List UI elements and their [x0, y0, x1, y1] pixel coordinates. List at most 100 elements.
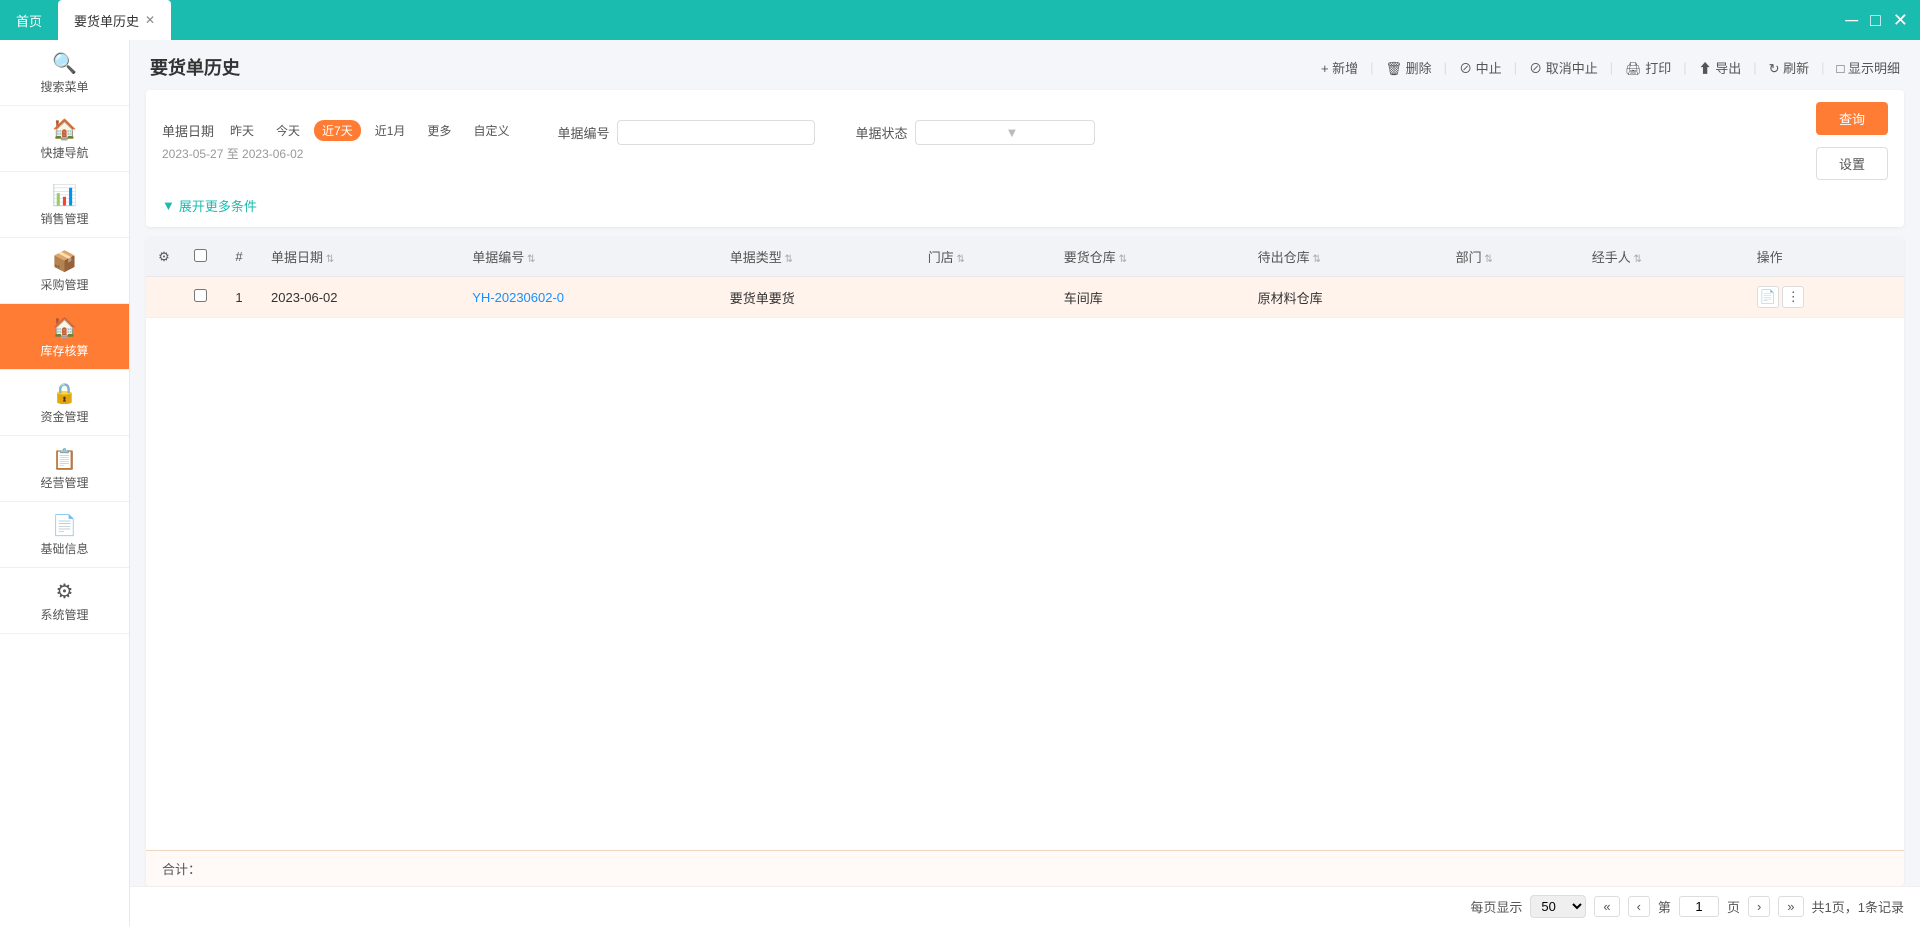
col-pending-warehouse[interactable]: 待出仓库: [1246, 237, 1444, 277]
stop-button[interactable]: ⊘ 中止: [1459, 58, 1502, 77]
last1month-btn[interactable]: 近1月: [367, 120, 414, 141]
sidebar-item-finance[interactable]: 🔒 资金管理: [0, 370, 129, 436]
date-range-display: 2023-05-27 至 2023-06-02: [162, 145, 517, 162]
window-close-icon[interactable]: ✕: [1893, 10, 1908, 31]
sidebar-item-search-menu[interactable]: 🔍 搜索菜单: [0, 40, 129, 106]
row-dept: [1444, 277, 1580, 318]
total-info: 共1页，1条记录: [1812, 897, 1904, 916]
basic-info-icon: 📄: [52, 516, 77, 536]
new-button[interactable]: + 新增: [1321, 58, 1358, 77]
table-wrap: ⚙ # 单据日期 单据编号 单据类型 门店 要货仓库 待出仓库 部门 经手人: [146, 237, 1904, 886]
sidebar-item-sales-label: 销售管理: [40, 210, 88, 227]
sidebar-item-system[interactable]: ⚙ 系统管理: [0, 568, 129, 634]
first-page-button[interactable]: «: [1594, 896, 1619, 917]
chevron-down-icon: ▼: [1005, 125, 1084, 140]
col-doc-type[interactable]: 单据类型: [718, 237, 916, 277]
date-filter-label: 单据日期: [162, 121, 214, 140]
row-doc-type: 要货单要货: [718, 277, 916, 318]
row-check: [182, 277, 219, 318]
view-icon[interactable]: 📄: [1757, 286, 1779, 308]
settings-button[interactable]: 设置: [1816, 147, 1888, 180]
sidebar-item-basic-info-label: 基础信息: [40, 540, 88, 557]
date-filter-field: 单据日期 昨天 今天 近7天 近1月 更多 自定义 2023-05-27 至 2…: [162, 120, 517, 162]
row-settings: [146, 277, 182, 318]
row-checkbox[interactable]: [194, 289, 207, 302]
doc-number-field: 单据编号: [557, 120, 815, 145]
more-ops-icon[interactable]: ⋮: [1782, 286, 1804, 308]
maximize-icon[interactable]: □: [1870, 10, 1881, 31]
more-btn[interactable]: 更多: [419, 120, 459, 141]
system-icon: ⚙: [56, 582, 74, 602]
last7days-btn[interactable]: 近7天: [314, 120, 361, 141]
sidebar-item-purchase-label: 采购管理: [40, 276, 88, 293]
delete-button[interactable]: 🗑 删除: [1386, 58, 1432, 77]
doc-number-label: 单据编号: [557, 123, 609, 142]
page-number-input[interactable]: [1679, 896, 1719, 917]
tab-bar: 首页 要货单历史 ✕: [0, 0, 171, 40]
col-num: #: [219, 237, 259, 277]
refresh-button[interactable]: ↻ 刷新: [1769, 58, 1810, 77]
sidebar-item-basic-info[interactable]: 📄 基础信息: [0, 502, 129, 568]
yesterday-btn[interactable]: 昨天: [222, 120, 262, 141]
col-doc-no[interactable]: 单据编号: [460, 237, 718, 277]
query-button[interactable]: 查询: [1816, 102, 1888, 135]
summary-label: 合计：: [162, 862, 201, 877]
page-size-select[interactable]: 50 20 100 200: [1530, 895, 1586, 918]
sidebar-item-finance-label: 资金管理: [40, 408, 88, 425]
sidebar-item-inventory-label: 库存核算: [40, 342, 88, 359]
next-page-button[interactable]: ›: [1748, 896, 1770, 917]
table-body: 1 2023-06-02 YH-20230602-0 要货单要货 车间库 原材料…: [146, 277, 1904, 318]
date-filter-row: 单据日期 昨天 今天 近7天 近1月 更多 自定义: [162, 120, 517, 141]
sidebar-item-inventory[interactable]: 🏠 库存核算: [0, 304, 129, 370]
col-req-warehouse[interactable]: 要货仓库: [1052, 237, 1246, 277]
header-actions: + 新增 | 🗑 删除 | ⊘ 中止 | ⊘ 取消中止 | 🖨 打印 | ⬆ 导…: [1321, 58, 1900, 77]
main-layout: 🔍 搜索菜单 🏠 快捷导航 📊 销售管理 📦 采购管理 🏠 库存核算 🔒 资金管…: [0, 40, 1920, 926]
sidebar-item-purchase[interactable]: 📦 采购管理: [0, 238, 129, 304]
last-page-button[interactable]: »: [1778, 896, 1803, 917]
sidebar-item-system-label: 系统管理: [40, 606, 88, 623]
doc-no-link[interactable]: YH-20230602-0: [472, 290, 564, 305]
sidebar-item-quick-nav[interactable]: 🏠 快捷导航: [0, 106, 129, 172]
expand-conditions-button[interactable]: ▼ 展开更多条件: [162, 196, 1888, 215]
select-all-checkbox[interactable]: [194, 249, 207, 262]
row-date: 2023-06-02: [259, 277, 460, 318]
page-unit: 页: [1727, 897, 1740, 916]
doc-status-row: 单据状态 ▼: [855, 120, 1095, 145]
row-doc-no[interactable]: YH-20230602-0: [460, 277, 718, 318]
expand-label: 展开更多条件: [179, 196, 257, 215]
top-bar: 首页 要货单历史 ✕ ─ □ ✕: [0, 0, 1920, 40]
col-operation: 操作: [1745, 237, 1904, 277]
sidebar: 🔍 搜索菜单 🏠 快捷导航 📊 销售管理 📦 采购管理 🏠 库存核算 🔒 资金管…: [0, 40, 130, 926]
doc-number-input[interactable]: [617, 120, 815, 145]
page-title: 要货单历史: [150, 54, 1321, 80]
sidebar-item-quick-nav-label: 快捷导航: [40, 144, 88, 161]
tab-history[interactable]: 要货单历史 ✕: [58, 0, 171, 40]
col-dept[interactable]: 部门: [1444, 237, 1580, 277]
prev-page-button[interactable]: ‹: [1628, 896, 1650, 917]
col-store[interactable]: 门店: [916, 237, 1052, 277]
tab-home[interactable]: 首页: [0, 0, 58, 40]
today-btn[interactable]: 今天: [268, 120, 308, 141]
tab-home-label: 首页: [16, 11, 42, 30]
filter-buttons: 查询 设置: [1816, 102, 1888, 180]
filter-area: 单据日期 昨天 今天 近7天 近1月 更多 自定义 2023-05-27 至 2…: [146, 90, 1904, 227]
sidebar-item-sales[interactable]: 📊 销售管理: [0, 172, 129, 238]
summary-row: 合计：: [146, 850, 1904, 886]
minimize-icon[interactable]: ─: [1845, 10, 1858, 31]
export-button[interactable]: ⬆ 导出: [1699, 58, 1742, 77]
expand-row: ▼ 展开更多条件: [162, 188, 1888, 215]
pagination: 每页显示 50 20 100 200 « ‹ 第 页 › » 共1页，1条记录: [130, 886, 1920, 926]
custom-btn[interactable]: 自定义: [465, 120, 517, 141]
show-detail-button[interactable]: □ 显示明细: [1837, 58, 1900, 77]
doc-status-select[interactable]: ▼: [915, 120, 1095, 145]
close-icon[interactable]: ✕: [145, 13, 155, 27]
cancel-stop-button[interactable]: ⊘ 取消中止: [1529, 58, 1598, 77]
col-handler[interactable]: 经手人: [1580, 237, 1745, 277]
print-button[interactable]: 🖨 打印: [1625, 58, 1671, 77]
chevron-down-icon: ▼: [162, 198, 175, 213]
col-settings[interactable]: ⚙: [146, 237, 182, 277]
filter-group: 单据日期 昨天 今天 近7天 近1月 更多 自定义 2023-05-27 至 2…: [162, 120, 1786, 162]
sidebar-item-operations[interactable]: 📋 经营管理: [0, 436, 129, 502]
col-date[interactable]: 单据日期: [259, 237, 460, 277]
purchase-icon: 📦: [52, 252, 77, 272]
